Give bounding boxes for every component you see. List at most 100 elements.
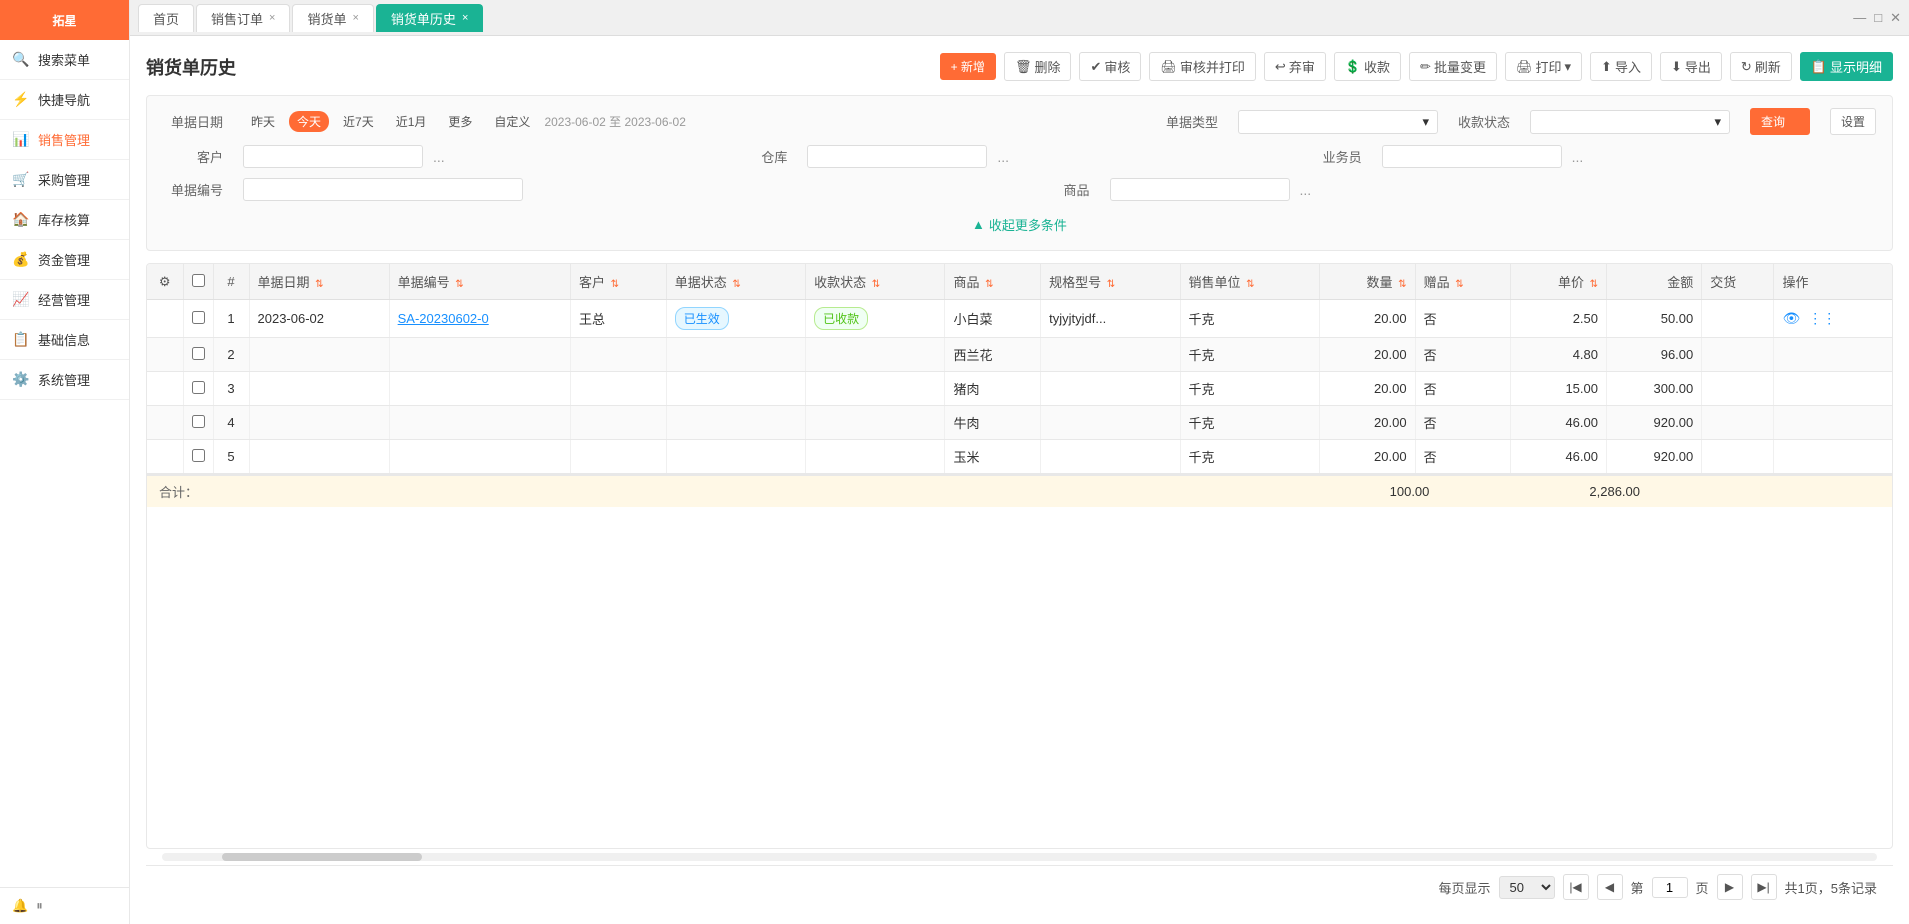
settings-icon[interactable]: ⚙ [159,274,171,289]
row-checkbox[interactable] [192,415,205,428]
date-tag-yesterday[interactable]: 昨天 [243,111,283,132]
col-spec[interactable]: 规格型号 ⇅ [1041,264,1180,300]
sidebar-item-finance-mgmt[interactable]: 💰 资金管理 [0,240,129,280]
sidebar-item-search-menu[interactable]: 🔍 搜索菜单 [0,40,129,80]
col-checkbox[interactable] [183,264,213,300]
td-checkbox[interactable] [183,300,213,338]
doc-type-select[interactable]: ▾ [1238,110,1438,134]
col-goods[interactable]: 商品 ⇅ [945,264,1041,300]
refresh-button[interactable]: ↻ 刷新 [1730,52,1792,81]
warehouse-filter-value: ... [807,145,1301,168]
print-button[interactable]: 🖨 打印 ▾ [1505,52,1582,81]
doc-no-link[interactable]: SA-20230602-0 [398,311,489,326]
show-detail-button[interactable]: 📋 显示明细 [1800,52,1893,81]
td-doc-no[interactable] [389,372,570,406]
td-unit: 千克 [1180,440,1319,474]
td-checkbox[interactable] [183,406,213,440]
td-settings [147,372,183,406]
date-tag-custom[interactable]: 自定义 [486,111,538,132]
customer-input[interactable] [243,145,423,168]
col-unit[interactable]: 销售单位 ⇅ [1180,264,1319,300]
query-button[interactable]: 查询 [1750,108,1810,135]
td-pay-status [806,338,945,372]
select-all-checkbox[interactable] [192,274,205,287]
tab-sales-order-close[interactable]: × [269,12,275,24]
col-doc-status[interactable]: 单据状态 ⇅ [666,264,805,300]
more-icon[interactable]: ⋮⋮ [1808,310,1836,327]
data-table: ⚙ # 单据日期 ⇅ 单据编号 ⇅ [147,264,1892,474]
review-button[interactable]: ✔ 审核 [1079,52,1141,81]
warehouse-input[interactable] [807,145,987,168]
tab-sales-order[interactable]: 销售订单 × [196,4,290,32]
tab-sales-history-close[interactable]: × [462,12,468,24]
collapse-btn[interactable]: ▲ 收起更多条件 [163,211,1876,238]
sidebar-bottom-icon1[interactable]: 🔔 [12,898,28,914]
sidebar-item-inventory-calc[interactable]: 🏠 库存核算 [0,200,129,240]
sidebar-bottom-icon2[interactable]: ⏸ [36,898,43,914]
new-button[interactable]: + 新增 [940,53,996,80]
col-price[interactable]: 单价 ⇅ [1511,264,1607,300]
agent-picker-icon[interactable]: ... [1572,149,1584,165]
tab-sales-goods-close[interactable]: × [352,12,358,24]
abandon-button[interactable]: ↩ 弃审 [1264,52,1326,81]
next-page-btn[interactable]: ▶ [1717,874,1743,900]
date-tag-more[interactable]: 更多 [440,111,480,132]
goods-picker-icon[interactable]: ... [1300,182,1312,198]
batch-change-button[interactable]: ✏ 批量变更 [1409,52,1497,81]
first-page-btn[interactable]: |◀ [1563,874,1589,900]
pay-status-select[interactable]: ▾ [1530,110,1730,134]
col-date[interactable]: 单据日期 ⇅ [249,264,389,300]
col-customer[interactable]: 客户 ⇅ [571,264,667,300]
sidebar-item-system-mgmt[interactable]: ⚙️ 系统管理 [0,360,129,400]
col-doc-no[interactable]: 单据编号 ⇅ [389,264,570,300]
prev-page-btn[interactable]: ◀ [1597,874,1623,900]
date-tag-1month[interactable]: 近1月 [388,111,435,132]
sidebar-item-basic-info[interactable]: 📋 基础信息 [0,320,129,360]
export-button[interactable]: ⬇ 导出 [1660,52,1722,81]
horizontal-scrollbar[interactable] [162,853,1877,861]
row-checkbox[interactable] [192,381,205,394]
col-qty[interactable]: 数量 ⇅ [1319,264,1415,300]
td-doc-no[interactable] [389,406,570,440]
settings-button[interactable]: 设置 [1830,108,1876,135]
col-pay-status[interactable]: 收款状态 ⇅ [806,264,945,300]
collect-button[interactable]: 💲 收款 [1334,52,1401,81]
sidebar-item-quick-nav[interactable]: ⚡ 快捷导航 [0,80,129,120]
doc-no-input[interactable] [243,178,523,201]
tab-sales-history[interactable]: 销货单历史 × [376,4,483,32]
col-gift[interactable]: 赠品 ⇅ [1415,264,1511,300]
td-doc-no[interactable] [389,338,570,372]
tab-home[interactable]: 首页 [138,4,194,32]
customer-picker-icon[interactable]: ... [433,149,445,165]
agent-input[interactable] [1382,145,1562,168]
scrollbar-thumb[interactable] [222,853,422,861]
sidebar-item-ops-mgmt[interactable]: 📈 经营管理 [0,280,129,320]
td-checkbox[interactable] [183,372,213,406]
window-close-btn[interactable]: ✕ [1890,10,1901,26]
row-checkbox[interactable] [192,449,205,462]
date-tag-7days[interactable]: 近7天 [335,111,382,132]
import-button[interactable]: ⬆ 导入 [1590,52,1652,81]
row-checkbox[interactable] [192,347,205,360]
col-settings[interactable]: ⚙ [147,264,183,300]
row-checkbox[interactable] [192,311,205,324]
delete-button[interactable]: 🗑 删除 [1004,52,1072,81]
td-doc-no[interactable]: SA-20230602-0 [389,300,570,338]
page-number-input[interactable] [1652,877,1688,898]
warehouse-picker-icon[interactable]: ... [997,149,1009,165]
view-icon[interactable]: 👁 [1782,310,1800,327]
goods-input[interactable] [1110,178,1290,201]
window-minimize-btn[interactable]: — [1853,10,1866,25]
td-checkbox[interactable] [183,338,213,372]
td-doc-no[interactable] [389,440,570,474]
page-size-select[interactable]: 50 100 [1499,876,1555,899]
last-page-btn[interactable]: ▶| [1751,874,1777,900]
sidebar-item-sales-mgmt[interactable]: 📊 销售管理 [0,120,129,160]
date-tag-today[interactable]: 今天 [289,111,329,132]
td-checkbox[interactable] [183,440,213,474]
review-print-button[interactable]: 🖨 审核并打印 [1149,52,1256,81]
tab-sales-goods[interactable]: 销货单 × [292,4,373,32]
sidebar-item-purchase-mgmt[interactable]: 🛒 采购管理 [0,160,129,200]
td-transaction [1702,300,1774,338]
window-maximize-btn[interactable]: □ [1874,10,1882,25]
